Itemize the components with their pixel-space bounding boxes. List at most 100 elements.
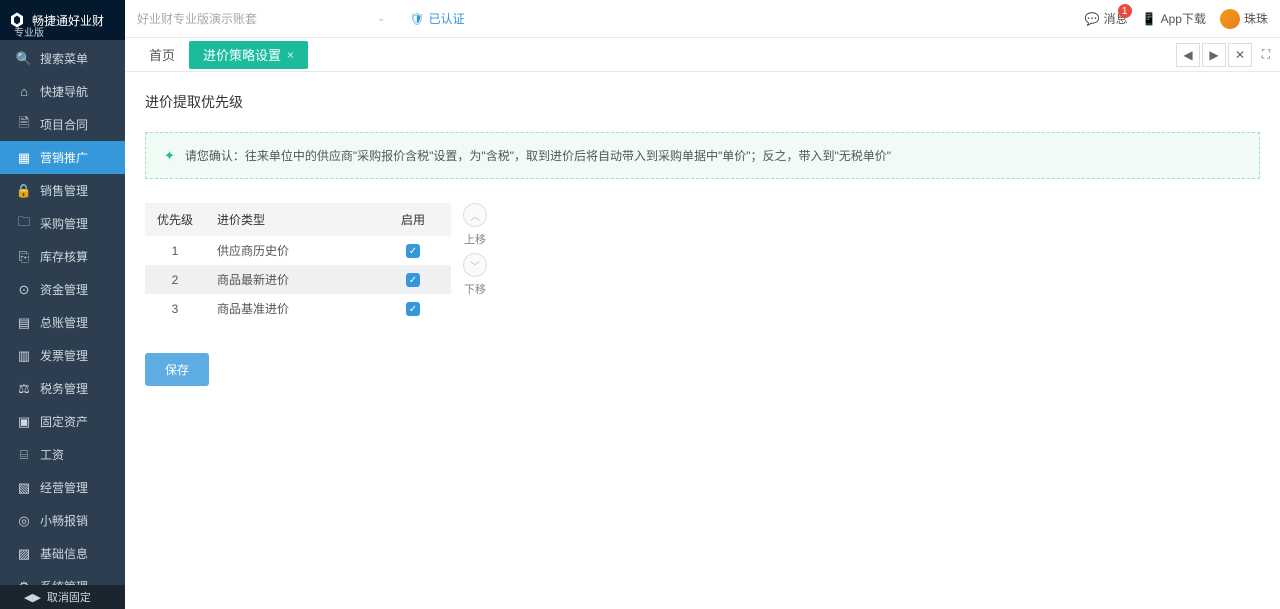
money-icon: ⊙ (16, 282, 32, 298)
cell-priority: 1 (145, 236, 205, 265)
sidebar-item-label: 税务管理 (40, 380, 88, 397)
sidebar-item-label: 库存核算 (40, 248, 88, 265)
tab-prev-button[interactable]: ◀ (1176, 43, 1200, 67)
sparkle-icon: ✦ (164, 148, 175, 164)
app-download-button[interactable]: 📱 App下载 (1142, 10, 1206, 27)
brand-icon: ◎ (16, 513, 32, 529)
verified-label: 已认证 (429, 10, 465, 27)
cell-enabled: ✓ (375, 294, 451, 323)
table-row[interactable]: 3 商品基准进价 ✓ (145, 294, 451, 323)
tab-close-all-button[interactable]: ✕ (1228, 43, 1252, 67)
tax-icon: ⚖ (16, 381, 32, 397)
cell-type: 商品最新进价 (205, 265, 375, 294)
sidebar-item-nav[interactable]: ⌂ 快捷导航 (0, 75, 125, 108)
table-row[interactable]: 1 供应商历史价 ✓ (145, 236, 451, 265)
sidebar-header: 畅捷通好业财 专业版 (0, 0, 125, 40)
username-label: 珠珠 (1244, 10, 1268, 27)
sidebar-item-system[interactable]: ⚙系统管理 (0, 570, 125, 585)
sidebar-item-asset[interactable]: ▣ 固定资产 (0, 405, 125, 438)
messages-button[interactable]: 💬 消息 1 (1085, 10, 1128, 27)
account-name: 好业财专业版演示账套 (137, 10, 257, 27)
move-up-button[interactable]: ︿ 上移 (463, 203, 487, 247)
messages-count-badge: 1 (1118, 4, 1132, 18)
sidebar-item-sales[interactable]: 🔒销售管理 (0, 174, 125, 207)
tab-price-strategy[interactable]: 进价策略设置 × (189, 41, 308, 69)
topbar-right: 💬 消息 1 📱 App下载 珠珠 (1085, 9, 1268, 29)
save-button[interactable]: 保存 (145, 353, 209, 386)
col-priority: 优先级 (145, 203, 205, 236)
account-selector[interactable]: 好业财专业版演示账套 ⌄ (137, 10, 385, 27)
cell-type: 供应商历史价 (205, 236, 375, 265)
sidebar-item-funds[interactable]: ⊙ 资金管理 (0, 273, 125, 306)
sidebar-item-label: 固定资产 (40, 413, 88, 430)
col-enabled: 启用 (375, 203, 451, 236)
manage-icon: ▧ (16, 480, 32, 496)
sidebar-item-label: 经营管理 (40, 479, 88, 496)
sidebar-item-salary[interactable]: ⌸工资 (0, 438, 125, 471)
tab-label: 进价策略设置 (203, 45, 281, 64)
asset-icon: ▣ (16, 414, 32, 430)
unpin-icon: ◀▶ (24, 591, 41, 604)
table-wrap: 优先级 进价类型 启用 1 供应商历史价 ✓ 2 商品最新进价 ✓ 3 (145, 203, 1260, 323)
fullscreen-button[interactable]: ⛶ (1254, 43, 1278, 67)
close-icon[interactable]: × (287, 48, 294, 62)
info-box: ✦ 请您确认：往来单位中的供应商"采购报价含税"设置，为"含税"，取到进价后将自… (145, 132, 1260, 179)
sidebar-item-purchase[interactable]: 🗀采购管理 (0, 207, 125, 240)
sidebar-item-label: 基础信息 (40, 545, 88, 562)
sidebar-item-tax[interactable]: ⚖ 税务管理 (0, 372, 125, 405)
sidebar-item-label: 快捷导航 (40, 83, 88, 100)
cell-priority: 2 (145, 265, 205, 294)
user-menu[interactable]: 珠珠 (1220, 9, 1268, 29)
home-icon: ⌂ (16, 84, 32, 100)
table-row[interactable]: 2 商品最新进价 ✓ (145, 265, 451, 294)
phone-icon: 📱 (1142, 12, 1157, 26)
sidebar-item-reimburse[interactable]: ◎ 小畅报销 (0, 504, 125, 537)
sidebar-item-label: 资金管理 (40, 281, 88, 298)
move-down-button[interactable]: ﹀ 下移 (463, 253, 487, 297)
main-content: 进价提取优先级 ✦ 请您确认：往来单位中的供应商"采购报价含税"设置，为"含税"… (125, 72, 1280, 609)
chevron-right-icon: ▶ (1209, 48, 1218, 62)
app-download-label: App下载 (1161, 10, 1206, 27)
checkbox-enabled[interactable]: ✓ (406, 273, 420, 287)
doc-icon: 🗎 (16, 117, 32, 133)
chevron-down-icon: ⌄ (377, 13, 385, 24)
sidebar-item-label: 工资 (40, 446, 64, 463)
sidebar-item-inventory[interactable]: ⎘ 库存核算 (0, 240, 125, 273)
move-down-label: 下移 (464, 281, 486, 297)
sidebar-item-invoice[interactable]: ▥ 发票管理 (0, 339, 125, 372)
sidebar-item-contract[interactable]: 🗎项目合同 (0, 108, 125, 141)
verified-badge: 🛡 已认证 (409, 10, 464, 27)
avatar (1220, 9, 1240, 29)
tab-next-button[interactable]: ▶ (1202, 43, 1226, 67)
sidebar-item-label: 总账管理 (40, 314, 88, 331)
move-up-label: 上移 (464, 231, 486, 247)
topbar: 好业财专业版演示账套 ⌄ 🛡 已认证 💬 消息 1 📱 App下载 珠珠 (125, 0, 1280, 38)
sidebar-unpin-button[interactable]: ◀▶ 取消固定 (0, 585, 125, 609)
tab-home[interactable]: 首页 (135, 38, 189, 72)
sidebar-item-marketing[interactable]: ▦ 营销推广 (0, 141, 125, 174)
sidebar-item-search[interactable]: 🔍搜索菜单 (0, 42, 125, 75)
sidebar-item-label: 发票管理 (40, 347, 88, 364)
sidebar-item-label: 营销推广 (40, 149, 88, 166)
sidebar-item-label: 系统管理 (40, 578, 88, 585)
cell-priority: 3 (145, 294, 205, 323)
fullscreen-icon: ⛶ (1262, 47, 1270, 62)
checkbox-enabled[interactable]: ✓ (406, 302, 420, 316)
sidebar-item-manage[interactable]: ▧ 经营管理 (0, 471, 125, 504)
tab-label: 首页 (149, 45, 175, 64)
chat-icon: 💬 (1085, 12, 1100, 26)
sidebar-item-label: 采购管理 (40, 215, 88, 232)
shield-icon: 🛡 (409, 12, 424, 26)
tabbar: 首页 进价策略设置 × ◀ ▶ ✕ ⛶ (125, 38, 1280, 72)
sidebar-item-ledger[interactable]: ▤总账管理 (0, 306, 125, 339)
invoice-icon: ▥ (16, 348, 32, 364)
chevron-left-icon: ◀ (1183, 48, 1192, 62)
box-icon: ⎘ (16, 249, 32, 265)
sidebar-footer-label: 取消固定 (47, 589, 91, 605)
sidebar-item-baseinfo[interactable]: ▨ 基础信息 (0, 537, 125, 570)
grid-icon: ▦ (16, 150, 32, 166)
info-icon: ▨ (16, 546, 32, 562)
sidebar-menu: 🔍搜索菜单 ⌂ 快捷导航 🗎项目合同 ▦ 营销推广 🔒销售管理 🗀采购管理 ⎘ 库存核… (0, 40, 125, 585)
sidebar-item-label: 小畅报销 (40, 512, 88, 529)
checkbox-enabled[interactable]: ✓ (406, 244, 420, 258)
